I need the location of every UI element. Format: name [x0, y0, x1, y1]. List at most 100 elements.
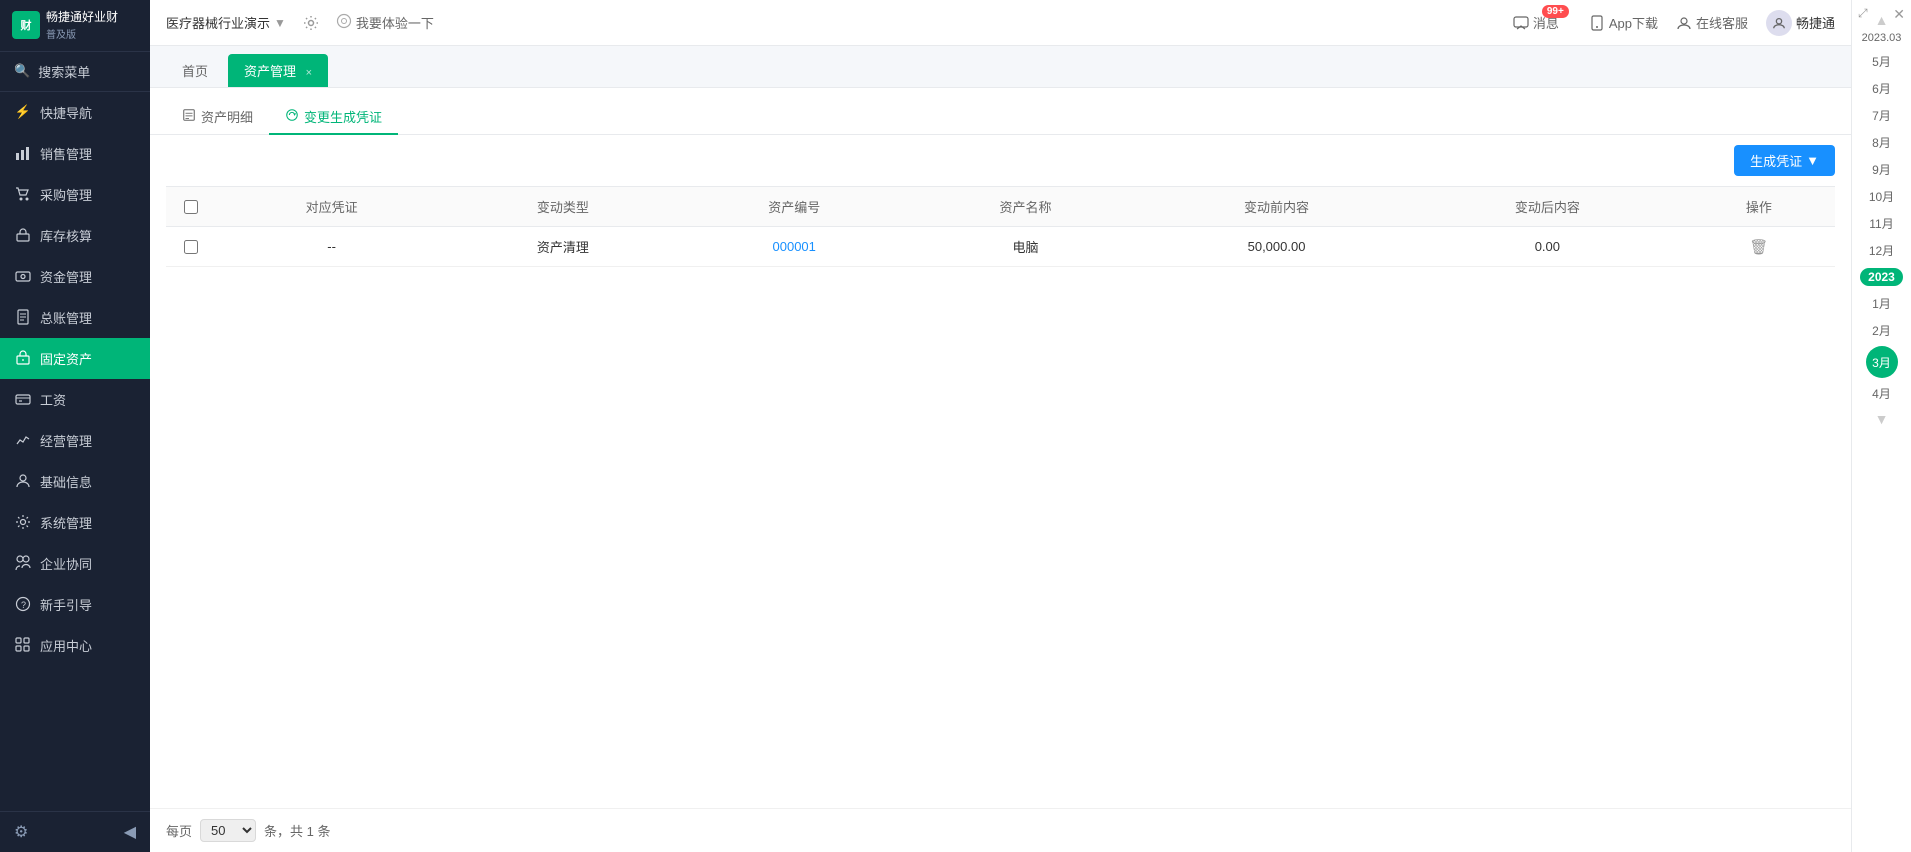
sidebar-item-label: 应用中心 — [40, 636, 92, 655]
sidebar-item-salary[interactable]: 工资 — [0, 379, 150, 420]
sidebar-item-sales[interactable]: 销售管理 — [0, 133, 150, 174]
td-change-type: 资产清理 — [447, 227, 678, 267]
search-icon: 🔍 — [14, 63, 30, 79]
month-3-active[interactable]: 3月 — [1866, 346, 1898, 378]
message-button[interactable]: 消息 99+ — [1513, 13, 1559, 32]
tab-close-icon[interactable]: × — [306, 67, 312, 79]
tab-home[interactable]: 首页 — [166, 54, 224, 87]
company-dropdown-icon[interactable]: ▼ — [274, 16, 286, 30]
customer-service-button[interactable]: 在线客服 — [1676, 13, 1748, 32]
month-10[interactable]: 10月 — [1860, 183, 1904, 210]
right-panel: ⤢ ✕ ▲ 2023.03 5月 6月 7月 8月 9月 10月 11月 12月… — [1851, 0, 1911, 852]
generate-voucher-dropdown-icon: ▼ — [1806, 153, 1819, 168]
message-badge: 99+ — [1542, 5, 1569, 18]
company-selector[interactable]: 医疗器械行业演示 ▼ — [166, 13, 286, 32]
subtab-asset-detail[interactable]: 资产明细 — [166, 100, 269, 135]
sidebar-item-basic-info[interactable]: 基础信息 — [0, 461, 150, 502]
basic-info-icon — [14, 472, 32, 490]
month-11[interactable]: 11月 — [1860, 210, 1904, 237]
toolbar: 生成凭证 ▼ — [150, 135, 1851, 186]
change-voucher-table: 对应凭证 变动类型 资产编号 资产名称 变动前内容 变动后内容 操作 -- 资产… — [166, 186, 1835, 267]
quick-nav-icon: ⚡ — [14, 103, 32, 121]
ledger-icon — [14, 308, 32, 326]
app-download-label: App下载 — [1609, 13, 1658, 32]
month-9[interactable]: 9月 — [1860, 156, 1904, 183]
sidebar-item-fund[interactable]: 资金管理 — [0, 256, 150, 297]
sidebar-item-operations[interactable]: 经营管理 — [0, 420, 150, 461]
subtab-asset-detail-label: 资产明细 — [201, 107, 253, 126]
tab-label: 资产管理 — [244, 64, 296, 79]
feedback-button[interactable]: 我要体验一下 — [336, 13, 434, 32]
sidebar-bottom: ⚙ ◀ — [0, 811, 150, 852]
subtab-change-voucher-label: 变更生成凭证 — [304, 107, 382, 126]
table-header-row: 对应凭证 变动类型 资产编号 资产名称 变动前内容 变动后内容 操作 — [166, 187, 1835, 227]
sidebar-item-label: 库存核算 — [40, 226, 92, 245]
feedback-label: 我要体验一下 — [356, 13, 434, 32]
row-checkbox[interactable] — [184, 240, 198, 254]
month-1[interactable]: 1月 — [1860, 290, 1904, 317]
logo-text: 畅捷通好业财 — [46, 10, 118, 26]
sidebar-item-label: 工资 — [40, 390, 66, 409]
search-menu-button[interactable]: 🔍 搜索菜单 — [0, 52, 150, 92]
user-name: 畅捷通 — [1796, 13, 1835, 32]
month-4[interactable]: 4月 — [1860, 380, 1904, 407]
delete-icon[interactable]: 🗑 — [1749, 239, 1768, 256]
month-2[interactable]: 2月 — [1860, 317, 1904, 344]
collapse-sidebar-icon[interactable]: ◀ — [124, 822, 136, 842]
sidebar-item-inventory[interactable]: 库存核算 — [0, 215, 150, 256]
month-6[interactable]: 6月 — [1860, 75, 1904, 102]
sidebar-item-fixed-assets[interactable]: 固定资产 — [0, 338, 150, 379]
th-asset-code: 资产编号 — [679, 187, 910, 227]
sidebar-item-system[interactable]: 系统管理 — [0, 502, 150, 543]
settings-icon[interactable]: ⚙ — [14, 822, 28, 842]
cooperation-icon — [14, 554, 32, 572]
sidebar-item-label: 系统管理 — [40, 513, 92, 532]
th-asset-name: 资产名称 — [910, 187, 1141, 227]
content-area: 资产明细 变更生成凭证 生成凭证 ▼ — [150, 88, 1851, 852]
month-5[interactable]: 5月 — [1860, 48, 1904, 75]
customer-service-label: 在线客服 — [1696, 13, 1748, 32]
sales-icon — [14, 144, 32, 162]
search-menu-label: 搜索菜单 — [38, 62, 90, 81]
tab-asset-management[interactable]: 资产管理 × — [228, 54, 328, 87]
month-8[interactable]: 8月 — [1860, 129, 1904, 156]
scroll-up-icon[interactable]: ▲ — [1875, 12, 1889, 28]
operations-icon — [14, 431, 32, 449]
th-voucher: 对应凭证 — [216, 187, 447, 227]
per-page-select[interactable]: 10 20 50 100 — [200, 819, 256, 842]
sidebar-item-purchase[interactable]: 采购管理 — [0, 174, 150, 215]
salary-icon — [14, 390, 32, 408]
year-2023-label[interactable]: 2023 — [1860, 268, 1903, 286]
topbar-settings-button[interactable] — [296, 8, 326, 38]
expand-icon[interactable]: ⤢ — [1858, 6, 1868, 21]
subtab-change-voucher[interactable]: 变更生成凭证 — [269, 100, 398, 135]
sidebar-item-app-center[interactable]: 应用中心 — [0, 625, 150, 666]
td-after-change: 0.00 — [1412, 227, 1683, 267]
inventory-icon — [14, 226, 32, 244]
select-all-checkbox[interactable] — [184, 200, 198, 214]
generate-voucher-button[interactable]: 生成凭证 ▼ — [1734, 145, 1835, 176]
td-asset-name: 电脑 — [910, 227, 1141, 267]
svg-text:?: ? — [21, 600, 26, 610]
sidebar-item-label: 经营管理 — [40, 431, 92, 450]
month-7[interactable]: 7月 — [1860, 102, 1904, 129]
month-12[interactable]: 12月 — [1860, 237, 1904, 264]
app-download-button[interactable]: App下载 — [1589, 13, 1658, 32]
topbar-left: 医疗器械行业演示 ▼ 我要体验一下 — [166, 8, 434, 38]
th-checkbox — [166, 187, 216, 227]
td-asset-code: 000001 — [679, 227, 910, 267]
fund-icon — [14, 267, 32, 285]
sidebar-item-ledger[interactable]: 总账管理 — [0, 297, 150, 338]
table-wrap: 对应凭证 变动类型 资产编号 资产名称 变动前内容 变动后内容 操作 -- 资产… — [150, 186, 1851, 808]
close-panel-icon[interactable]: ✕ — [1893, 6, 1905, 23]
app-center-icon — [14, 636, 32, 654]
sidebar-item-guide[interactable]: ? 新手引导 — [0, 584, 150, 625]
purchase-icon — [14, 185, 32, 203]
topbar: 医疗器械行业演示 ▼ 我要体验一下 消息 99+ App下载 — [150, 0, 1851, 46]
feedback-icon — [336, 13, 352, 32]
th-after-change: 变动后内容 — [1412, 187, 1683, 227]
user-menu[interactable]: 畅捷通 — [1766, 10, 1835, 36]
scroll-down-icon[interactable]: ▼ — [1875, 411, 1889, 427]
sidebar-item-quick-nav[interactable]: ⚡ 快捷导航 — [0, 92, 150, 133]
sidebar-item-cooperation[interactable]: 企业协同 — [0, 543, 150, 584]
